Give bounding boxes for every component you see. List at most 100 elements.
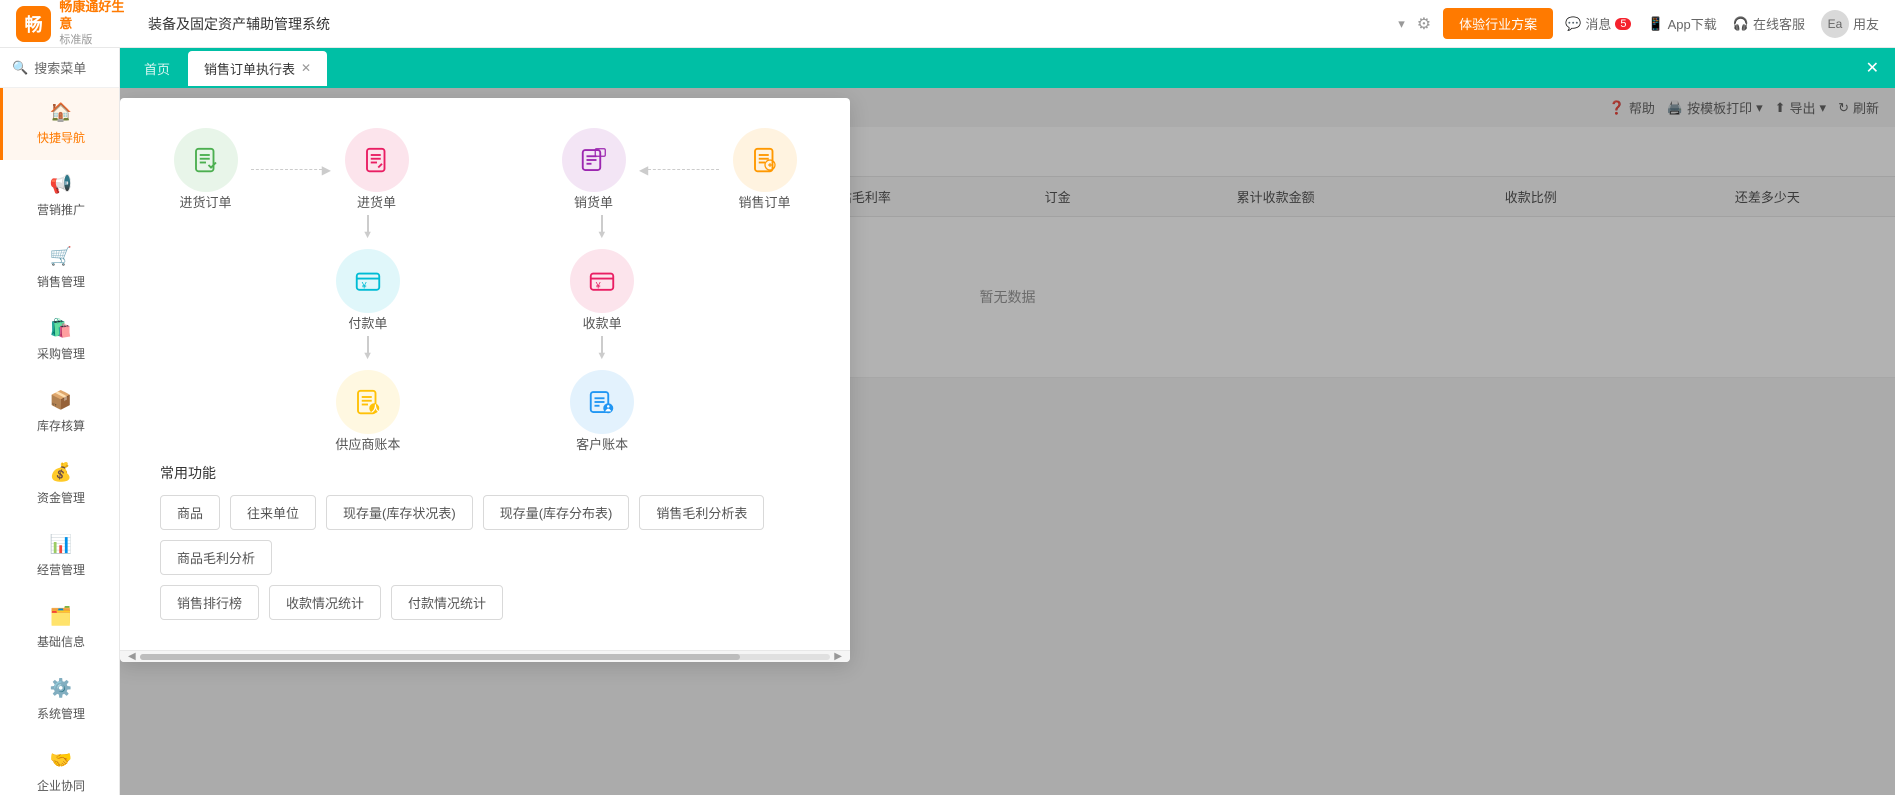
sales-bill-label: 销货单 bbox=[574, 192, 613, 211]
sidebar-item-label: 库存核算 bbox=[37, 417, 85, 434]
inventory-icon: 📦 bbox=[50, 390, 72, 411]
func-btn-inventory-status[interactable]: 现存量(库存状况表) bbox=[326, 495, 473, 530]
online-service-action[interactable]: 🎧 在线客服 bbox=[1733, 14, 1805, 33]
func-btn-receipt-stats[interactable]: 收款情况统计 bbox=[269, 585, 381, 620]
top-bar-actions: 💬 消息 5 📱 App下载 🎧 在线客服 Ea 用友 bbox=[1565, 10, 1879, 38]
sales-bill-icon bbox=[562, 128, 626, 192]
tab-sales-order-exec[interactable]: 销售订单执行表 ✕ bbox=[188, 51, 327, 86]
search-label: 搜索菜单 bbox=[34, 58, 86, 77]
page-content: ❓ 帮助 🖨️ 按模板打印 ▾ ⬆ 导出 ▾ ↻ bbox=[120, 88, 1895, 795]
func-btn-sales-gross[interactable]: 销售毛利分析表 bbox=[639, 495, 764, 530]
online-service-icon: 🎧 bbox=[1733, 16, 1749, 32]
sidebar: 🔍 搜索菜单 🏠 快捷导航 📢 营销推广 🛒 销售管理 🛍️ 采购管理 📦 bbox=[0, 48, 120, 795]
svg-text:人: 人 bbox=[371, 403, 380, 414]
flow-top-row: 进货订单 ▶ bbox=[160, 128, 810, 211]
sidebar-item-basic[interactable]: 🗂️ 基础信息 bbox=[0, 592, 119, 664]
scrollbar-right-arrow[interactable]: ▶ bbox=[830, 651, 846, 662]
tab-home[interactable]: 首页 bbox=[128, 51, 186, 86]
sidebar-item-label: 经营管理 bbox=[37, 561, 85, 578]
arrow-purchase-to-bill: ▶ bbox=[251, 163, 331, 177]
flow-node-sales-bill[interactable]: 销货单 bbox=[548, 128, 639, 211]
sidebar-item-label: 快捷导航 bbox=[37, 129, 85, 146]
payment-icon: ¥ bbox=[336, 249, 400, 313]
logo-brand: 畅康通好生意 bbox=[59, 0, 136, 33]
flow-arrows-v-row: ▼ ▼ bbox=[160, 215, 810, 235]
modal-scrollbar: ◀ ▶ bbox=[120, 650, 850, 662]
modal-box: 进货订单 ▶ bbox=[120, 98, 850, 662]
scrollbar-left-arrow[interactable]: ◀ bbox=[124, 651, 140, 662]
flow-arrows-v-row2: ▼ ▼ bbox=[160, 336, 810, 356]
purchase-icon: 🛍️ bbox=[50, 318, 72, 339]
sidebar-item-label: 采购管理 bbox=[37, 345, 85, 362]
purchase-order-icon bbox=[174, 128, 238, 192]
sidebar-item-purchase[interactable]: 🛍️ 采购管理 bbox=[0, 304, 119, 376]
logo-edition: 标准版 bbox=[59, 33, 136, 47]
sales-icon: 🛒 bbox=[50, 246, 72, 267]
logo-area: 畅 畅康通好生意 标准版 bbox=[16, 0, 136, 48]
func-btn-counterpart[interactable]: 往来单位 bbox=[230, 495, 316, 530]
purchase-bill-icon bbox=[345, 128, 409, 192]
scrollbar-track[interactable] bbox=[140, 654, 831, 660]
tab-bar-close-icon[interactable]: ✕ bbox=[1858, 58, 1887, 78]
sidebar-item-collab[interactable]: 🤝 企业协同 bbox=[0, 736, 119, 795]
sidebar-item-label: 企业协同 bbox=[37, 777, 85, 794]
sidebar-item-label: 资金管理 bbox=[37, 489, 85, 506]
sidebar-item-label: 营销推广 bbox=[37, 201, 85, 218]
settings-gear-icon[interactable]: ⚙ bbox=[1417, 14, 1431, 34]
app-download-action[interactable]: 📱 App下载 bbox=[1647, 14, 1716, 33]
scrollbar-thumb[interactable] bbox=[140, 654, 740, 660]
online-service-label: 在线客服 bbox=[1753, 14, 1805, 33]
func-btn-product-gross[interactable]: 商品毛利分析 bbox=[160, 540, 272, 575]
message-action[interactable]: 💬 消息 5 bbox=[1565, 14, 1631, 33]
sidebar-item-label: 销售管理 bbox=[37, 273, 85, 290]
svg-text:¥: ¥ bbox=[361, 281, 367, 291]
flow-node-supplier-account[interactable]: 人 供应商账本 bbox=[319, 370, 417, 453]
customer-account-icon bbox=[570, 370, 634, 434]
flow-diagram: 进货订单 ▶ bbox=[160, 128, 810, 453]
flow-node-receipt[interactable]: ¥ 收款单 bbox=[553, 249, 651, 332]
user-action[interactable]: Ea 用友 bbox=[1821, 10, 1879, 38]
sales-order-label: 销售订单 bbox=[738, 192, 790, 211]
sidebar-item-finance[interactable]: 💰 资金管理 bbox=[0, 448, 119, 520]
flow-node-purchase-order[interactable]: 进货订单 bbox=[160, 128, 251, 211]
func-btn-sales-ranking[interactable]: 销售排行榜 bbox=[160, 585, 259, 620]
tab-bar: 首页 销售订单执行表 ✕ ✕ bbox=[120, 48, 1895, 88]
sidebar-item-marketing[interactable]: 📢 营销推广 bbox=[0, 160, 119, 232]
flow-node-purchase-bill[interactable]: 进货单 bbox=[331, 128, 422, 211]
customer-account-label: 客户账本 bbox=[576, 434, 628, 453]
main-layout: 🔍 搜索菜单 🏠 快捷导航 📢 营销推广 🛒 销售管理 🛍️ 采购管理 📦 bbox=[0, 48, 1895, 795]
receipt-icon: ¥ bbox=[570, 249, 634, 313]
user-name: 用友 bbox=[1853, 14, 1879, 33]
sales-order-icon bbox=[733, 128, 797, 192]
message-label: 消息 bbox=[1585, 14, 1611, 33]
flow-node-customer-account[interactable]: 客户账本 bbox=[553, 370, 651, 453]
message-badge: 5 bbox=[1615, 18, 1631, 30]
search-icon: 🔍 bbox=[12, 60, 28, 76]
flow-bottom-row: 人 供应商账本 bbox=[160, 370, 810, 453]
sidebar-item-inventory[interactable]: 📦 库存核算 bbox=[0, 376, 119, 448]
svg-text:¥: ¥ bbox=[595, 281, 601, 291]
sidebar-item-operation[interactable]: 📊 经营管理 bbox=[0, 520, 119, 592]
content-area: 首页 销售订单执行表 ✕ ✕ ❓ 帮助 🖨️ bbox=[120, 48, 1895, 795]
flow-node-payment[interactable]: ¥ 付款单 bbox=[319, 249, 417, 332]
func-btn-inventory-distribution[interactable]: 现存量(库存分布表) bbox=[483, 495, 630, 530]
flow-node-sales-order[interactable]: 销售订单 bbox=[719, 128, 810, 211]
func-btn-payment-stats[interactable]: 付款情况统计 bbox=[391, 585, 503, 620]
system-dropdown-icon[interactable]: ▾ bbox=[1398, 16, 1405, 32]
sidebar-item-sales[interactable]: 🛒 销售管理 bbox=[0, 232, 119, 304]
modal-content: 进货订单 ▶ bbox=[120, 98, 850, 650]
basic-icon: 🗂️ bbox=[50, 606, 72, 627]
trial-button[interactable]: 体验行业方案 bbox=[1443, 8, 1553, 39]
sidebar-item-system[interactable]: ⚙️ 系统管理 bbox=[0, 664, 119, 736]
tab-sales-label: 销售订单执行表 bbox=[204, 59, 295, 78]
purchase-order-label: 进货订单 bbox=[179, 192, 231, 211]
logo-text: 畅康通好生意 标准版 bbox=[59, 0, 136, 48]
sidebar-search[interactable]: 🔍 搜索菜单 bbox=[0, 48, 119, 88]
marketing-icon: 📢 bbox=[50, 174, 72, 195]
app-download-icon: 📱 bbox=[1647, 16, 1663, 32]
arrow-sales-order-to-bill: ◀ bbox=[639, 163, 719, 177]
tab-close-icon[interactable]: ✕ bbox=[301, 61, 311, 75]
sidebar-item-quick-nav[interactable]: 🏠 快捷导航 bbox=[0, 88, 119, 160]
func-btn-product[interactable]: 商品 bbox=[160, 495, 220, 530]
home-icon: 🏠 bbox=[50, 102, 72, 123]
